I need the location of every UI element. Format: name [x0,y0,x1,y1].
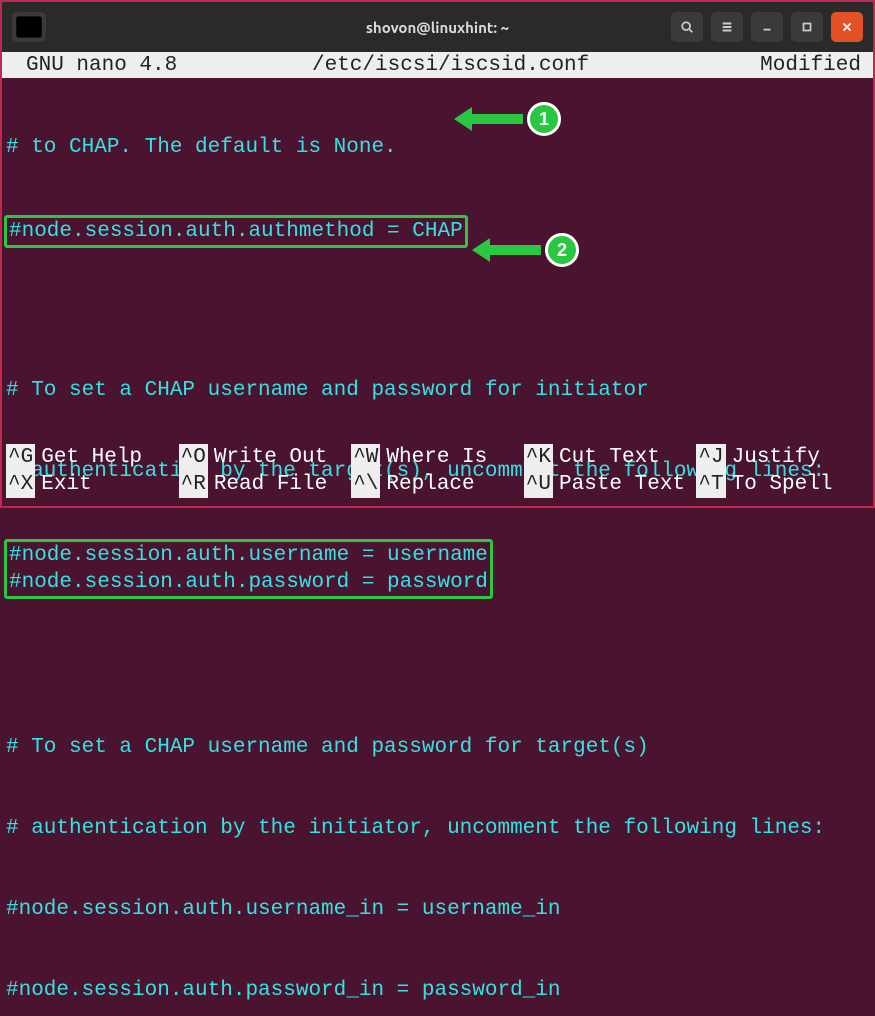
code-line: # authentication by the initiator, uncom… [6,815,869,842]
shortcut-label: Justify [732,444,820,471]
editor-content[interactable]: # to CHAP. The default is None. #node.se… [2,78,873,1016]
arrow-shaft [489,245,541,255]
annotation-1: 1 [454,102,561,136]
shortcut-key: ^O [179,444,208,471]
annotation-number: 1 [527,102,561,136]
shortcut-item: ^GGet Help [6,444,179,471]
shortcut-key: ^T [696,471,725,498]
shortcut-item: ^OWrite Out [179,444,352,471]
code-line: #node.session.auth.username_in = usernam… [6,896,869,923]
shortcut-item: ^\Replace [351,471,524,498]
shortcut-label: Cut Text [559,444,660,471]
titlebar: shovon@linuxhint: ~ [2,2,873,52]
shortcut-label: Read File [214,471,327,498]
shortcut-key: ^\ [351,471,380,498]
highlight-box-2: #node.session.auth.username = username #… [4,539,493,599]
code-line: # to CHAP. The default is None. [6,134,869,161]
code-line: # To set a CHAP username and password fo… [6,377,869,404]
shortcut-label: Exit [41,471,91,498]
shortcut-key: ^K [524,444,553,471]
close-button[interactable] [831,12,863,42]
shortcut-item: ^KCut Text [524,444,697,471]
shortcut-item: ^XExit [6,471,179,498]
code-line: #node.session.auth.password_in = passwor… [6,977,869,1004]
shortcut-key: ^R [179,471,208,498]
code-text: #node.session.auth.username = username [9,544,488,567]
code-line: #node.session.auth.username = username #… [6,539,869,599]
code-text: #node.session.auth.password = password [9,571,488,594]
window-title: shovon@linuxhint: ~ [225,19,651,36]
shortcut-item: ^RRead File [179,471,352,498]
shortcut-item: ^T To Spell [696,471,869,498]
code-line: # To set a CHAP username and password fo… [6,734,869,761]
nano-app-name: GNU nano 4.8 [8,54,268,77]
arrow-shaft [471,114,523,124]
shortcut-label: Where Is [386,444,487,471]
shortcut-key: ^J [696,444,725,471]
code-line [6,296,869,323]
new-tab-button[interactable] [12,12,46,42]
minimize-button[interactable] [751,12,783,42]
nano-header: GNU nano 4.8 /etc/iscsi/iscsid.conf Modi… [2,52,873,78]
code-line [6,653,869,680]
shortcut-item: ^WWhere Is [351,444,524,471]
shortcut-key: ^U [524,471,553,498]
arrow-icon [454,107,472,131]
maximize-button[interactable] [791,12,823,42]
shortcut-item: ^UPaste Text [524,471,697,498]
shortcut-label: To Spell [732,471,833,498]
shortcut-label: Get Help [41,444,142,471]
highlight-box-1: #node.session.auth.authmethod = CHAP [4,215,468,248]
shortcut-key: ^W [351,444,380,471]
nano-filename: /etc/iscsi/iscsid.conf [268,54,760,77]
shortcut-item: ^J Justify [696,444,869,471]
search-button[interactable] [671,12,703,42]
menu-button[interactable] [711,12,743,42]
code-line: #node.session.auth.authmethod = CHAP [6,215,869,242]
shortcut-key: ^G [6,444,35,471]
nano-shortcuts: ^GGet Help ^OWrite Out ^WWhere Is ^KCut … [6,444,869,498]
arrow-icon [472,238,490,262]
shortcut-label: Write Out [214,444,327,471]
nano-modified: Modified [760,54,867,77]
shortcut-key: ^X [6,471,35,498]
shortcut-label: Replace [386,471,474,498]
shortcut-label: Paste Text [559,471,685,498]
